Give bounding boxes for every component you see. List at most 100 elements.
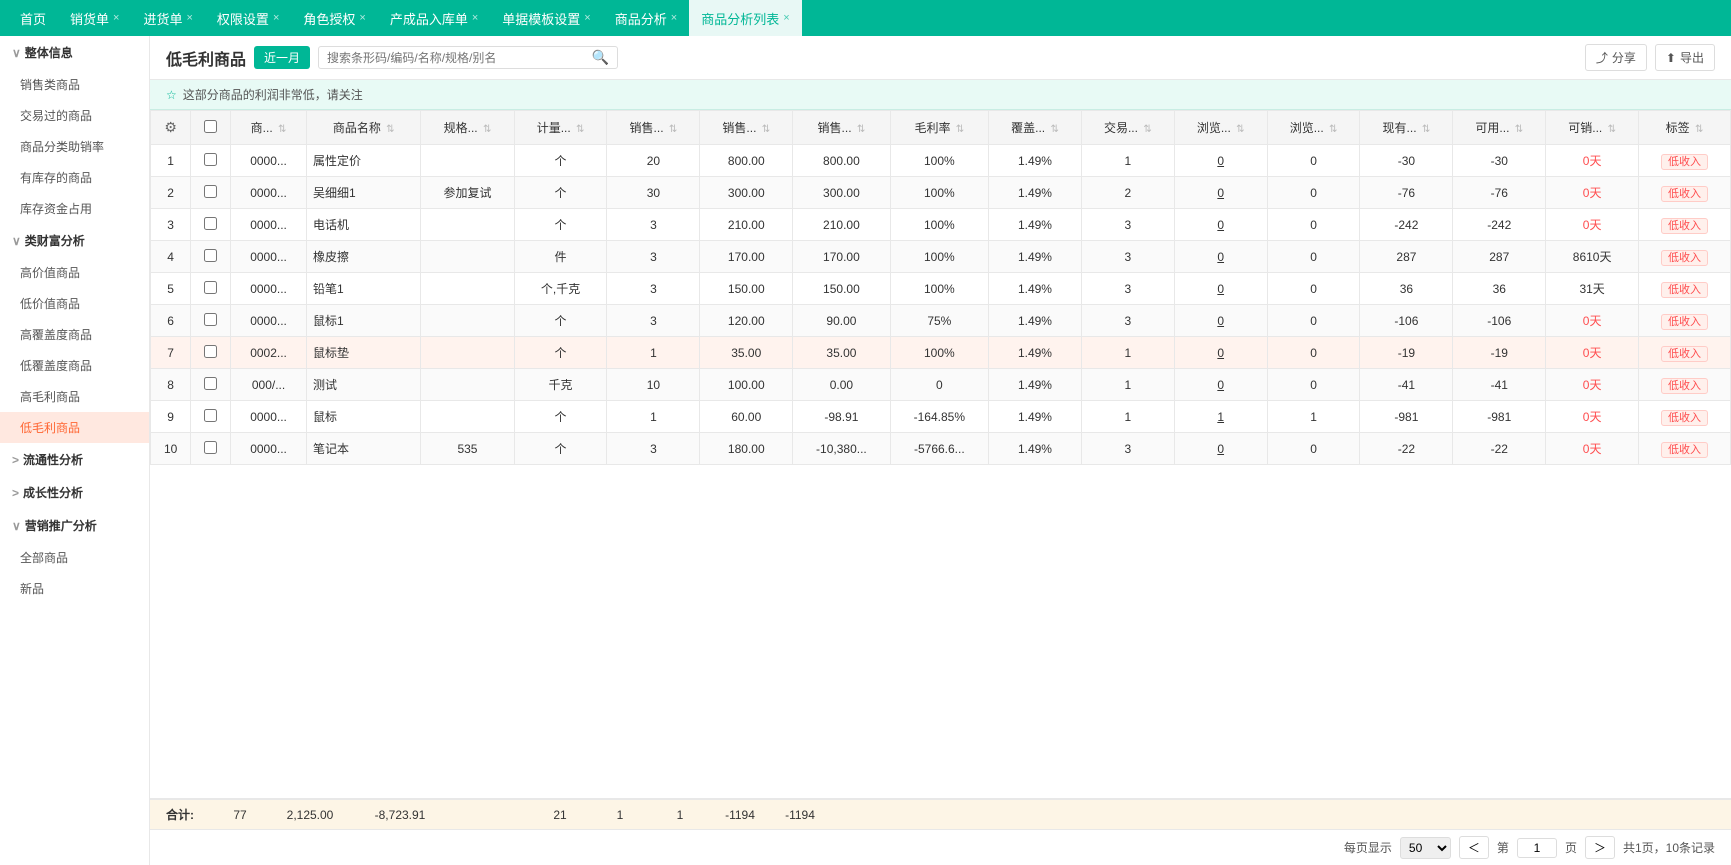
nav-close-icon[interactable]: × (472, 12, 478, 24)
row-checkbox[interactable] (204, 185, 217, 198)
search-icon[interactable]: 🔍 (592, 49, 609, 66)
sidebar-item-高价值商品[interactable]: 高价值商品 (0, 257, 149, 288)
sidebar-item-低毛利商品[interactable]: 低毛利商品 (0, 412, 149, 443)
page-input[interactable] (1517, 838, 1557, 858)
cell-checkbox[interactable] (191, 401, 231, 433)
sidebar-item-库存资金占用[interactable]: 库存资金占用 (0, 193, 149, 224)
sidebar-item-高覆盖度商品[interactable]: 高覆盖度商品 (0, 319, 149, 350)
export-button[interactable]: ⬆ 导出 (1655, 44, 1715, 71)
col-spec[interactable]: 规格... ⇅ (421, 111, 514, 145)
cell-checkbox[interactable] (191, 209, 231, 241)
sidebar-section-流通性分析[interactable]: >流通性分析 (0, 443, 149, 476)
col-coverage[interactable]: 覆盖... ⇅ (989, 111, 1082, 145)
cell-browse1[interactable]: 0 (1174, 433, 1267, 465)
row-checkbox[interactable] (204, 409, 217, 422)
col-name[interactable]: 商品名称 ⇅ (307, 111, 421, 145)
nav-item-角色授权[interactable]: 角色授权× (291, 0, 377, 36)
col-unit[interactable]: 计量... ⇅ (514, 111, 607, 145)
nav-close-icon[interactable]: × (359, 12, 365, 24)
col-current[interactable]: 现有... ⇅ (1360, 111, 1453, 145)
section-arrow-icon: ∨ (12, 46, 21, 60)
sidebar-item-低价值商品[interactable]: 低价值商品 (0, 288, 149, 319)
cell-checkbox[interactable] (191, 273, 231, 305)
col-code[interactable]: 商... ⇅ (231, 111, 307, 145)
col-tag[interactable]: 标签 ⇅ (1639, 111, 1731, 145)
nav-item-商品分析[interactable]: 商品分析× (603, 0, 689, 36)
col-available[interactable]: 可用... ⇅ (1453, 111, 1546, 145)
sidebar-item-新品[interactable]: 新品 (0, 573, 149, 604)
cell-checkbox[interactable] (191, 145, 231, 177)
select-all-checkbox[interactable] (204, 120, 217, 133)
col-browse1[interactable]: 浏览... ⇅ (1174, 111, 1267, 145)
sidebar-section-类财富分析[interactable]: ∨类财富分析 (0, 224, 149, 257)
nav-item-产成品入库单[interactable]: 产成品入库单× (378, 0, 490, 36)
per-page-select[interactable]: 50 100 200 (1400, 837, 1451, 859)
cell-browse1[interactable]: 0 (1174, 209, 1267, 241)
cell-index: 8 (151, 369, 191, 401)
col-settings[interactable]: ⚙ (151, 111, 191, 145)
nav-close-icon[interactable]: × (273, 12, 279, 24)
sidebar-section-成长性分析[interactable]: >成长性分析 (0, 476, 149, 509)
col-sales-price[interactable]: 销售... ⇅ (700, 111, 793, 145)
row-checkbox[interactable] (204, 217, 217, 230)
nav-item-商品分析列表[interactable]: 商品分析列表× (689, 0, 801, 36)
sidebar-item-销售类商品[interactable]: 销售类商品 (0, 69, 149, 100)
sidebar-item-商品分类助销率[interactable]: 商品分类助销率 (0, 131, 149, 162)
row-checkbox[interactable] (204, 153, 217, 166)
sidebar-item-交易过的商品[interactable]: 交易过的商品 (0, 100, 149, 131)
row-checkbox[interactable] (204, 313, 217, 326)
cell-browse1[interactable]: 0 (1174, 305, 1267, 337)
prev-page-button[interactable]: ＜ (1459, 836, 1489, 859)
sidebar-item-全部商品[interactable]: 全部商品 (0, 542, 149, 573)
nav-item-销货单[interactable]: 销货单× (58, 0, 131, 36)
row-checkbox[interactable] (204, 441, 217, 454)
col-sales-profit[interactable]: 销售... ⇅ (793, 111, 890, 145)
nav-close-icon[interactable]: × (186, 12, 192, 24)
cell-browse1[interactable]: 0 (1174, 273, 1267, 305)
cell-index: 5 (151, 273, 191, 305)
sidebar-item-有库存的商品[interactable]: 有库存的商品 (0, 162, 149, 193)
col-browse2[interactable]: 浏览... ⇅ (1267, 111, 1360, 145)
cell-browse1[interactable]: 0 (1174, 145, 1267, 177)
col-checkbox[interactable] (191, 111, 231, 145)
col-sales-count[interactable]: 销售... ⇅ (607, 111, 700, 145)
row-checkbox[interactable] (204, 249, 217, 262)
sidebar-section-整体信息[interactable]: ∨整体信息 (0, 36, 149, 69)
notice-text: 这部分商品的利润非常低，请关注 (183, 86, 363, 103)
cell-checkbox[interactable] (191, 305, 231, 337)
row-checkbox[interactable] (204, 377, 217, 390)
cell-browse1[interactable]: 0 (1174, 241, 1267, 273)
cell-browse1[interactable]: 0 (1174, 177, 1267, 209)
cell-checkbox[interactable] (191, 241, 231, 273)
col-sellable[interactable]: 可销... ⇅ (1546, 111, 1639, 145)
cell-checkbox[interactable] (191, 337, 231, 369)
nav-close-icon[interactable]: × (671, 12, 677, 24)
row-checkbox[interactable] (204, 345, 217, 358)
sidebar: ∨整体信息销售类商品交易过的商品商品分类助销率有库存的商品库存资金占用∨类财富分… (0, 36, 150, 865)
cell-gross-margin: 100% (890, 209, 988, 241)
date-filter-button[interactable]: 近一月 (254, 46, 310, 69)
nav-close-icon[interactable]: × (584, 12, 590, 24)
nav-close-icon[interactable]: × (783, 12, 789, 24)
cell-checkbox[interactable] (191, 177, 231, 209)
cell-checkbox[interactable] (191, 369, 231, 401)
nav-item-权限设置[interactable]: 权限设置× (205, 0, 291, 36)
cell-browse1[interactable]: 1 (1174, 401, 1267, 433)
cell-browse1[interactable]: 0 (1174, 369, 1267, 401)
sidebar-section-营销推广分析[interactable]: ∨营销推广分析 (0, 509, 149, 542)
nav-item-首页[interactable]: 首页 (8, 0, 58, 36)
nav-item-进货单[interactable]: 进货单× (131, 0, 204, 36)
sidebar-item-高毛利商品[interactable]: 高毛利商品 (0, 381, 149, 412)
search-input[interactable] (327, 51, 592, 65)
cell-browse1[interactable]: 0 (1174, 337, 1267, 369)
row-checkbox[interactable] (204, 281, 217, 294)
next-page-button[interactable]: ＞ (1585, 836, 1615, 859)
col-transaction[interactable]: 交易... ⇅ (1081, 111, 1174, 145)
nav-item-单据模板设置[interactable]: 单据模板设置× (490, 0, 602, 36)
share-button[interactable]: ⤴ 分享 (1585, 44, 1647, 71)
nav-close-icon[interactable]: × (113, 12, 119, 24)
sidebar-item-低覆盖度商品[interactable]: 低覆盖度商品 (0, 350, 149, 381)
col-gross-margin[interactable]: 毛利率 ⇅ (890, 111, 988, 145)
cell-sales-price: 300.00 (700, 177, 793, 209)
cell-checkbox[interactable] (191, 433, 231, 465)
